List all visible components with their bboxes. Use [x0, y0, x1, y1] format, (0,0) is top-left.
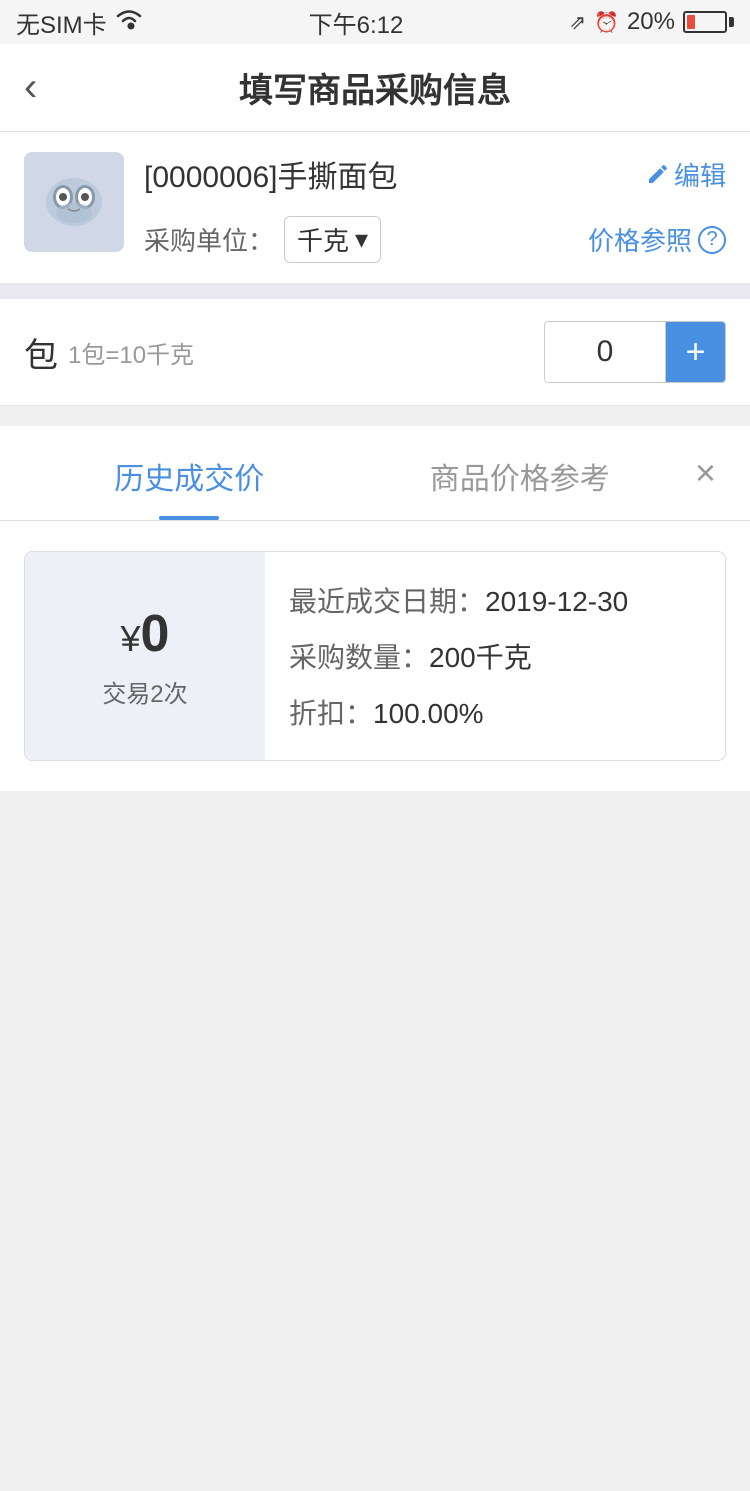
price-value: ¥0 [121, 604, 170, 664]
price-detail-discount: 折扣：100.00% [289, 692, 701, 732]
quantity-control[interactable]: + [544, 321, 726, 383]
product-info: [0000006]手撕面包 编辑 采购单位： 千克 ▾ 价格参照 ? [144, 152, 726, 263]
wifi-icon [115, 8, 143, 37]
tab-close-button[interactable]: × [685, 442, 726, 504]
product-unit-row: 采购单位： 千克 ▾ 价格参照 ? [144, 216, 726, 263]
product-name: [0000006]手撕面包 [144, 152, 397, 196]
package-icon: 包 [24, 328, 58, 377]
yen-symbol: ¥ [121, 618, 141, 659]
price-card-left: ¥0 交易2次 [25, 552, 265, 760]
quantity-plus-button[interactable]: + [665, 322, 725, 382]
price-detail-date: 最近成交日期：2019-12-30 [289, 580, 701, 620]
unit-selector[interactable]: 采购单位： 千克 ▾ [144, 216, 381, 263]
edit-button[interactable]: 编辑 [646, 156, 726, 193]
price-card-right: 最近成交日期：2019-12-30 采购数量：200千克 折扣：100.00% [265, 552, 725, 760]
page-title: 填写商品采购信息 [239, 63, 511, 112]
product-thumbnail [24, 152, 124, 252]
unit-dropdown[interactable]: 千克 ▾ [284, 216, 381, 263]
carrier-label: 无SIM卡 [16, 5, 107, 40]
quantity-input[interactable] [545, 322, 665, 382]
price-ref-help-icon[interactable]: ? [698, 226, 726, 254]
status-bar-left: 无SIM卡 [16, 5, 143, 40]
unit-hint: 1包=10千克 [68, 335, 194, 370]
status-bar: 无SIM卡 下午6:12 ⇗ ⏰ 20% [0, 0, 750, 44]
tab-bar: 历史成交价 商品价格参考 × [0, 426, 750, 521]
battery-percent: 20% [627, 8, 675, 36]
main-background [0, 791, 750, 1491]
unit-label: 采购单位： [144, 221, 274, 258]
section-divider [0, 283, 750, 299]
price-reference-button[interactable]: 价格参照 ? [588, 221, 726, 258]
nav-bar: ‹ 填写商品采购信息 [0, 44, 750, 132]
status-bar-time: 下午6:12 [309, 5, 404, 40]
trade-count: 交易2次 [102, 674, 187, 709]
price-card-area: ¥0 交易2次 最近成交日期：2019-12-30 采购数量：200千克 折扣：… [0, 521, 750, 791]
quantity-row: 包 1包=10千克 + [0, 299, 750, 406]
tab-product-price-ref[interactable]: 商品价格参考 [354, 426, 684, 520]
status-bar-right: ⇗ ⏰ 20% [569, 8, 734, 36]
location-icon: ⇗ [569, 10, 586, 35]
back-button[interactable]: ‹ [24, 65, 37, 110]
tab-history-price[interactable]: 历史成交价 [24, 426, 354, 520]
product-info-row1: [0000006]手撕面包 编辑 [144, 152, 726, 196]
quantity-label: 包 1包=10千克 [24, 328, 194, 377]
battery-indicator [683, 11, 734, 33]
price-card: ¥0 交易2次 最近成交日期：2019-12-30 采购数量：200千克 折扣：… [24, 551, 726, 761]
alarm-icon: ⏰ [594, 10, 619, 35]
price-detail-quantity: 采购数量：200千克 [289, 636, 701, 676]
product-section: [0000006]手撕面包 编辑 采购单位： 千克 ▾ 价格参照 ? [0, 132, 750, 283]
